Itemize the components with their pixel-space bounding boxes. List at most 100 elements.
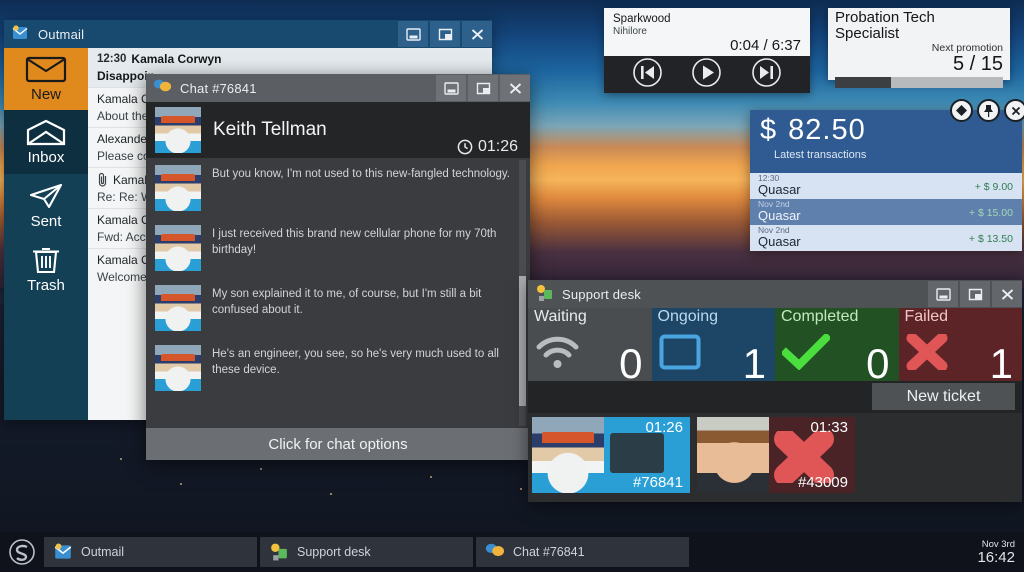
chat-restore-button[interactable]: [468, 75, 498, 101]
start-logo-icon[interactable]: [0, 539, 44, 565]
media-player-widget[interactable]: Sparkwood Nihilore 0:04 / 6:37: [604, 8, 810, 93]
taskbar-item-support-desk[interactable]: Support desk: [260, 537, 473, 567]
window-icon: [608, 431, 666, 480]
outmail-minimize-button[interactable]: [398, 21, 428, 47]
stat-ongoing-value: 1: [742, 340, 766, 387]
stat-completed-value: 0: [866, 340, 890, 387]
promotion-progress-bar: [835, 76, 1003, 88]
sidebar-item-trash-label: Trash: [27, 277, 65, 294]
track-time: 0:04 / 6:37: [730, 37, 801, 54]
chat-message-text: My son explained it to me, of course, bu…: [212, 288, 482, 316]
email-sender: Alexander: [97, 132, 152, 146]
clock-icon: [457, 139, 473, 155]
desktop[interactable]: Outmail New Inbox Sent Trash 12:30 Kamal…: [0, 0, 1024, 572]
outmail-title: Outmail: [38, 26, 85, 42]
stat-ongoing[interactable]: Ongoing 1: [651, 308, 775, 385]
ticket-id: #76841: [632, 474, 683, 491]
stat-completed-label: Completed: [781, 308, 859, 325]
support-desk-window[interactable]: Support desk Waiting 0 Ongoing 1 Complet…: [528, 280, 1022, 502]
taskbar-item-chat-label: Chat #76841: [513, 545, 585, 559]
transaction-amount: + $ 13.50: [968, 233, 1013, 245]
sidebar-item-inbox[interactable]: Inbox: [4, 110, 88, 174]
support-toolbar: New ticket: [528, 381, 1022, 413]
close-icon: [1011, 106, 1020, 115]
stat-completed[interactable]: Completed 0: [775, 308, 899, 385]
outmail-titlebar[interactable]: Outmail: [4, 20, 492, 48]
stat-failed-value: 1: [989, 340, 1013, 387]
play-icon: [692, 57, 722, 87]
ticket-card[interactable]: 01:26 #76841: [532, 417, 690, 493]
ticket-body: 01:33 #43009: [769, 417, 855, 493]
checkmark-icon: [780, 332, 832, 375]
pushpin-icon: [984, 104, 993, 117]
sidebar-item-trash[interactable]: Trash: [4, 238, 88, 302]
sidebar-item-sent-label: Sent: [30, 213, 62, 230]
track-title: Sparkwood: [613, 13, 671, 25]
chat-window[interactable]: Chat #76841 Keith Tellman 01:26 But you …: [146, 74, 530, 460]
taskbar-item-chat[interactable]: Chat #76841: [476, 537, 689, 567]
support-minimize-button[interactable]: [928, 281, 958, 307]
previous-button[interactable]: [632, 57, 663, 93]
outmail-restore-button[interactable]: [430, 21, 460, 47]
chat-options-button[interactable]: Click for chat options: [146, 428, 530, 460]
new-ticket-button[interactable]: New ticket: [872, 383, 1015, 410]
envelope-closed-icon: [25, 56, 67, 82]
chat-scrollbar-thumb[interactable]: [519, 276, 526, 406]
chat-message-text: He's an engineer, you see, so he's very …: [212, 348, 499, 376]
avatar: [155, 165, 201, 211]
avatar: [155, 225, 201, 271]
chat-message: But you know, I'm not used to this new-f…: [146, 158, 530, 218]
support-close-button[interactable]: [992, 281, 1022, 307]
chat-timer: 01:26: [457, 138, 518, 156]
stat-waiting[interactable]: Waiting 0: [528, 308, 652, 385]
chat-message-list[interactable]: But you know, I'm not used to this new-f…: [146, 158, 530, 428]
support-desk-icon: [269, 542, 289, 562]
chat-message-text: But you know, I'm not used to this new-f…: [212, 168, 510, 180]
contact-avatar: [155, 107, 201, 153]
transaction-row[interactable]: Nov 2nd Quasar + $ 15.00: [750, 199, 1022, 225]
email-sender: Kamal: [113, 172, 148, 187]
stat-failed[interactable]: Failed 1: [898, 308, 1022, 385]
outmail-app-icon: [53, 542, 73, 562]
ticket-time: 01:33: [810, 419, 848, 436]
ticket-card[interactable]: 01:33 #43009: [697, 417, 855, 493]
transaction-amount: + $ 9.00: [974, 181, 1013, 193]
envelope-open-icon: [26, 119, 66, 145]
next-button[interactable]: [751, 57, 782, 93]
chat-message: He's an engineer, you see, so he's very …: [146, 338, 530, 398]
stat-ongoing-label: Ongoing: [657, 308, 719, 325]
outmail-sidebar: New Inbox Sent Trash: [4, 48, 88, 420]
support-titlebar[interactable]: Support desk: [528, 280, 1022, 308]
chat-titlebar[interactable]: Chat #76841: [146, 74, 530, 102]
money-header: $82.50 Latest transactions: [750, 99, 1024, 173]
chat-message: My son explained it to me, of course, bu…: [146, 278, 530, 338]
chat-minimize-button[interactable]: [436, 75, 466, 101]
paperclip-icon: [98, 172, 107, 187]
outmail-close-button[interactable]: [462, 21, 492, 47]
media-player-info: Sparkwood Nihilore 0:04 / 6:37: [604, 8, 810, 56]
sidebar-item-new[interactable]: New: [4, 48, 88, 110]
support-title: Support desk: [562, 286, 642, 302]
support-restore-button[interactable]: [960, 281, 990, 307]
money-close-button[interactable]: [1004, 99, 1024, 122]
window-icon: [659, 334, 701, 375]
money-widget[interactable]: $82.50 Latest transactions 12:30 Quasar …: [750, 99, 1024, 251]
pin-button[interactable]: [977, 99, 1000, 122]
media-player-controls: [604, 56, 810, 93]
sidebar-item-sent[interactable]: Sent: [4, 174, 88, 238]
gem-button[interactable]: [950, 99, 973, 122]
stat-waiting-value: 0: [619, 340, 643, 387]
chat-timer-value: 01:26: [477, 138, 518, 155]
taskbar-item-outmail[interactable]: Outmail: [44, 537, 257, 567]
play-button[interactable]: [691, 57, 722, 93]
chat-close-button[interactable]: [500, 75, 530, 101]
taskbar-clock: Nov 3rd 16:42: [977, 539, 1015, 565]
track-artist: Nihilore: [613, 26, 647, 37]
balance-value: 82.50: [788, 114, 866, 146]
clock-time: 16:42: [977, 549, 1015, 566]
transaction-row[interactable]: Nov 2nd Quasar + $ 13.50: [750, 225, 1022, 251]
ticket-list[interactable]: 01:26 #76841 01:33 #43009: [528, 413, 1022, 502]
stat-waiting-label: Waiting: [534, 308, 587, 325]
transaction-row[interactable]: 12:30 Quasar + $ 9.00: [750, 173, 1022, 199]
chat-bubbles-icon: [153, 78, 173, 98]
